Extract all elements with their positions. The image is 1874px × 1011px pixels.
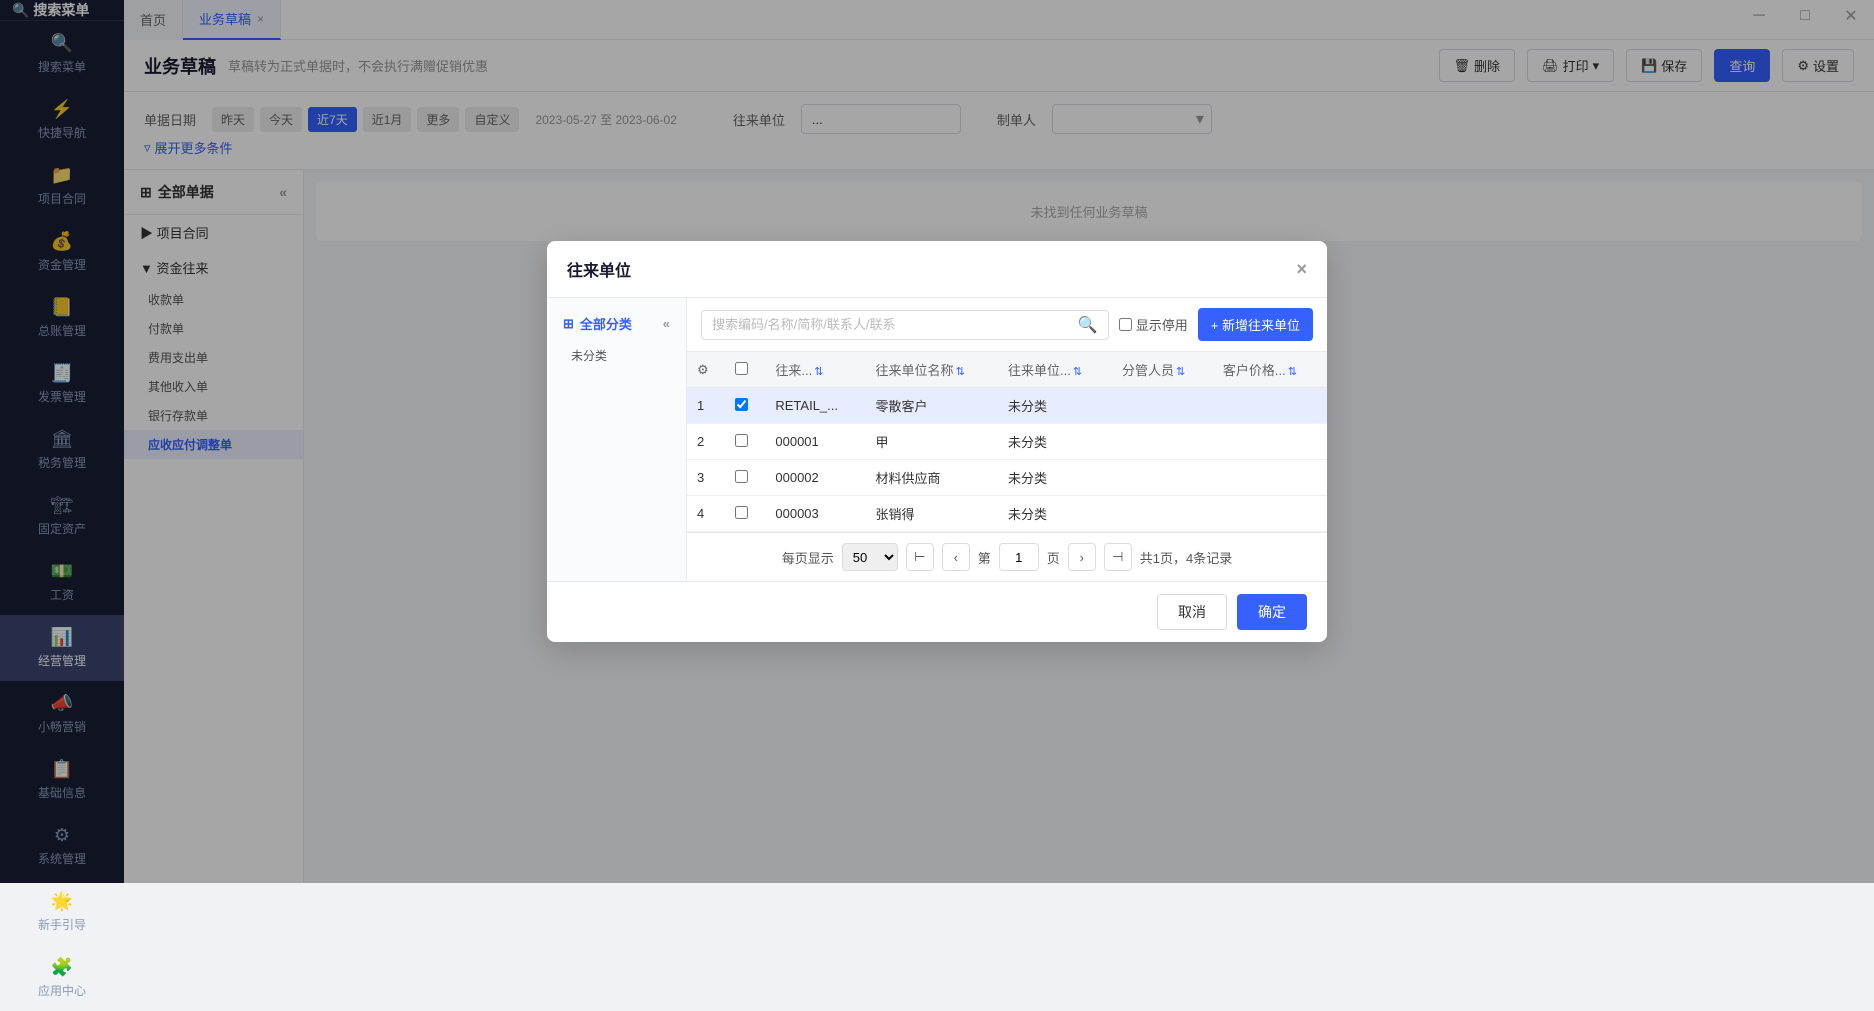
dialog-search-wrapper: 🔍 xyxy=(701,310,1109,340)
collapse-category-btn[interactable]: « xyxy=(663,316,670,331)
maximize-button[interactable]: □ xyxy=(1782,0,1828,32)
dialog-table-wrapper: ⚙ 往来...⇅ 往来单位名称⇅ 往来单位...⇅ 分管人员⇅ 客户价格...⇅ xyxy=(687,352,1327,532)
prev-page-btn[interactable]: ‹ xyxy=(942,543,970,571)
row-manager xyxy=(1112,424,1213,460)
page-size-label: 每页显示 xyxy=(782,548,834,567)
page-label: 第 xyxy=(978,548,991,567)
table-row[interactable]: 3 000002 材料供应商 未分类 xyxy=(687,460,1327,496)
new-party-button[interactable]: + 新增往来单位 xyxy=(1198,308,1313,341)
next-page-btn[interactable]: › xyxy=(1068,543,1096,571)
row-price xyxy=(1213,388,1327,424)
table-row[interactable]: 2 000001 甲 未分类 xyxy=(687,424,1327,460)
row-no: 4 xyxy=(687,496,725,532)
sort-icon: ⇅ xyxy=(1176,366,1185,378)
row-code: 000002 xyxy=(765,460,865,496)
sidebar-item-label: 应用中心 xyxy=(38,982,86,999)
last-page-btn[interactable]: ⊣ xyxy=(1104,543,1132,571)
row-category: 未分类 xyxy=(998,424,1112,460)
row-price xyxy=(1213,460,1327,496)
table-row[interactable]: 1 RETAIL_... 零散客户 未分类 xyxy=(687,388,1327,424)
page-size-select[interactable]: 10 20 50 100 xyxy=(842,543,898,571)
select-all-checkbox[interactable] xyxy=(735,362,748,375)
col-manager: 分管人员⇅ xyxy=(1112,352,1213,388)
table-row[interactable]: 4 000003 张销得 未分类 xyxy=(687,496,1327,532)
dialog-pagination: 每页显示 10 20 50 100 ⊢ ‹ 第 页 › ⊣ 共1页，4条记录 xyxy=(687,532,1327,581)
confirm-button[interactable]: 确定 xyxy=(1237,594,1307,630)
row-code: 000001 xyxy=(765,424,865,460)
row-no: 2 xyxy=(687,424,725,460)
dialog-title: 往来单位 xyxy=(567,257,631,281)
row-manager xyxy=(1112,496,1213,532)
row-category: 未分类 xyxy=(998,460,1112,496)
dialog-search-input[interactable] xyxy=(712,317,1072,332)
search-icon: 🔍 xyxy=(1078,315,1098,335)
sidebar-item-appstore[interactable]: 🧩 应用中心 xyxy=(0,945,124,1011)
row-price xyxy=(1213,424,1327,460)
table-header: ⚙ 往来...⇅ 往来单位名称⇅ 往来单位...⇅ 分管人员⇅ 客户价格...⇅ xyxy=(687,352,1327,388)
page-unit: 页 xyxy=(1047,548,1060,567)
cancel-button[interactable]: 取消 xyxy=(1157,594,1227,630)
sidebar-item-label: 新手引导 xyxy=(38,916,86,933)
dialog-toolbar: 🔍 显示停用 + 新增往来单位 xyxy=(687,298,1327,352)
grid-icon: ⊞ xyxy=(563,316,574,332)
dialog-category-panel: ⊞ 全部分类 « 未分类 xyxy=(547,298,687,581)
first-page-btn[interactable]: ⊢ xyxy=(906,543,934,571)
dialog-close-button[interactable]: × xyxy=(1296,259,1307,280)
col-settings[interactable]: ⚙ xyxy=(687,352,725,388)
col-code: 往来...⇅ xyxy=(765,352,865,388)
total-pages-info: 共1页，4条记录 xyxy=(1140,548,1232,567)
dialog-header: 往来单位 × xyxy=(547,241,1327,298)
appstore-icon: 🧩 xyxy=(51,957,73,978)
row-category: 未分类 xyxy=(998,388,1112,424)
minimize-button[interactable]: ─ xyxy=(1736,0,1782,32)
sort-icon: ⇅ xyxy=(814,366,823,378)
row-checkbox xyxy=(725,424,765,460)
row-code: RETAIL_... xyxy=(765,388,865,424)
col-name: 往来单位名称⇅ xyxy=(866,352,998,388)
row-checkbox xyxy=(725,388,765,424)
row-manager xyxy=(1112,460,1213,496)
row-select-checkbox[interactable] xyxy=(735,398,748,411)
row-select-checkbox[interactable] xyxy=(735,470,748,483)
row-name: 张销得 xyxy=(866,496,998,532)
row-no: 1 xyxy=(687,388,725,424)
row-price xyxy=(1213,496,1327,532)
dialog-right-panel: 🔍 显示停用 + 新增往来单位 ⚙ xyxy=(687,298,1327,581)
sort-icon: ⇅ xyxy=(956,366,965,378)
row-checkbox xyxy=(725,496,765,532)
row-select-checkbox[interactable] xyxy=(735,506,748,519)
row-name: 零散客户 xyxy=(866,388,998,424)
dialog-footer: 取消 确定 xyxy=(547,581,1327,642)
col-category: 往来单位...⇅ xyxy=(998,352,1112,388)
row-name: 材料供应商 xyxy=(866,460,998,496)
row-checkbox xyxy=(725,460,765,496)
sort-icon: ⇅ xyxy=(1288,366,1297,378)
row-no: 3 xyxy=(687,460,725,496)
sort-icon: ⇅ xyxy=(1073,366,1082,378)
guide-icon: 🌟 xyxy=(51,891,73,912)
page-number-input[interactable] xyxy=(999,543,1039,571)
show-disabled-toggle: 显示停用 xyxy=(1119,315,1188,334)
category-unclassified[interactable]: 未分类 xyxy=(547,341,686,370)
sidebar-item-guide[interactable]: 🌟 新手引导 xyxy=(0,879,124,945)
col-checkbox xyxy=(725,352,765,388)
close-button[interactable]: ✕ xyxy=(1828,0,1874,32)
dialog-body: ⊞ 全部分类 « 未分类 🔍 显示停用 xyxy=(547,298,1327,581)
dialog-category-header: ⊞ 全部分类 « xyxy=(547,306,686,341)
row-name: 甲 xyxy=(866,424,998,460)
party-dialog: 往来单位 × ⊞ 全部分类 « 未分类 🔍 xyxy=(547,241,1327,642)
party-table: ⚙ 往来...⇅ 往来单位名称⇅ 往来单位...⇅ 分管人员⇅ 客户价格...⇅ xyxy=(687,352,1327,532)
show-disabled-label[interactable]: 显示停用 xyxy=(1136,315,1188,334)
row-select-checkbox[interactable] xyxy=(735,434,748,447)
dialog-overlay: 往来单位 × ⊞ 全部分类 « 未分类 🔍 xyxy=(0,0,1874,883)
window-controls: ─ □ ✕ xyxy=(1736,0,1874,32)
col-price: 客户价格...⇅ xyxy=(1213,352,1327,388)
show-disabled-checkbox[interactable] xyxy=(1119,318,1132,331)
row-category: 未分类 xyxy=(998,496,1112,532)
row-manager xyxy=(1112,388,1213,424)
row-code: 000003 xyxy=(765,496,865,532)
table-body: 1 RETAIL_... 零散客户 未分类 2 xyxy=(687,388,1327,532)
